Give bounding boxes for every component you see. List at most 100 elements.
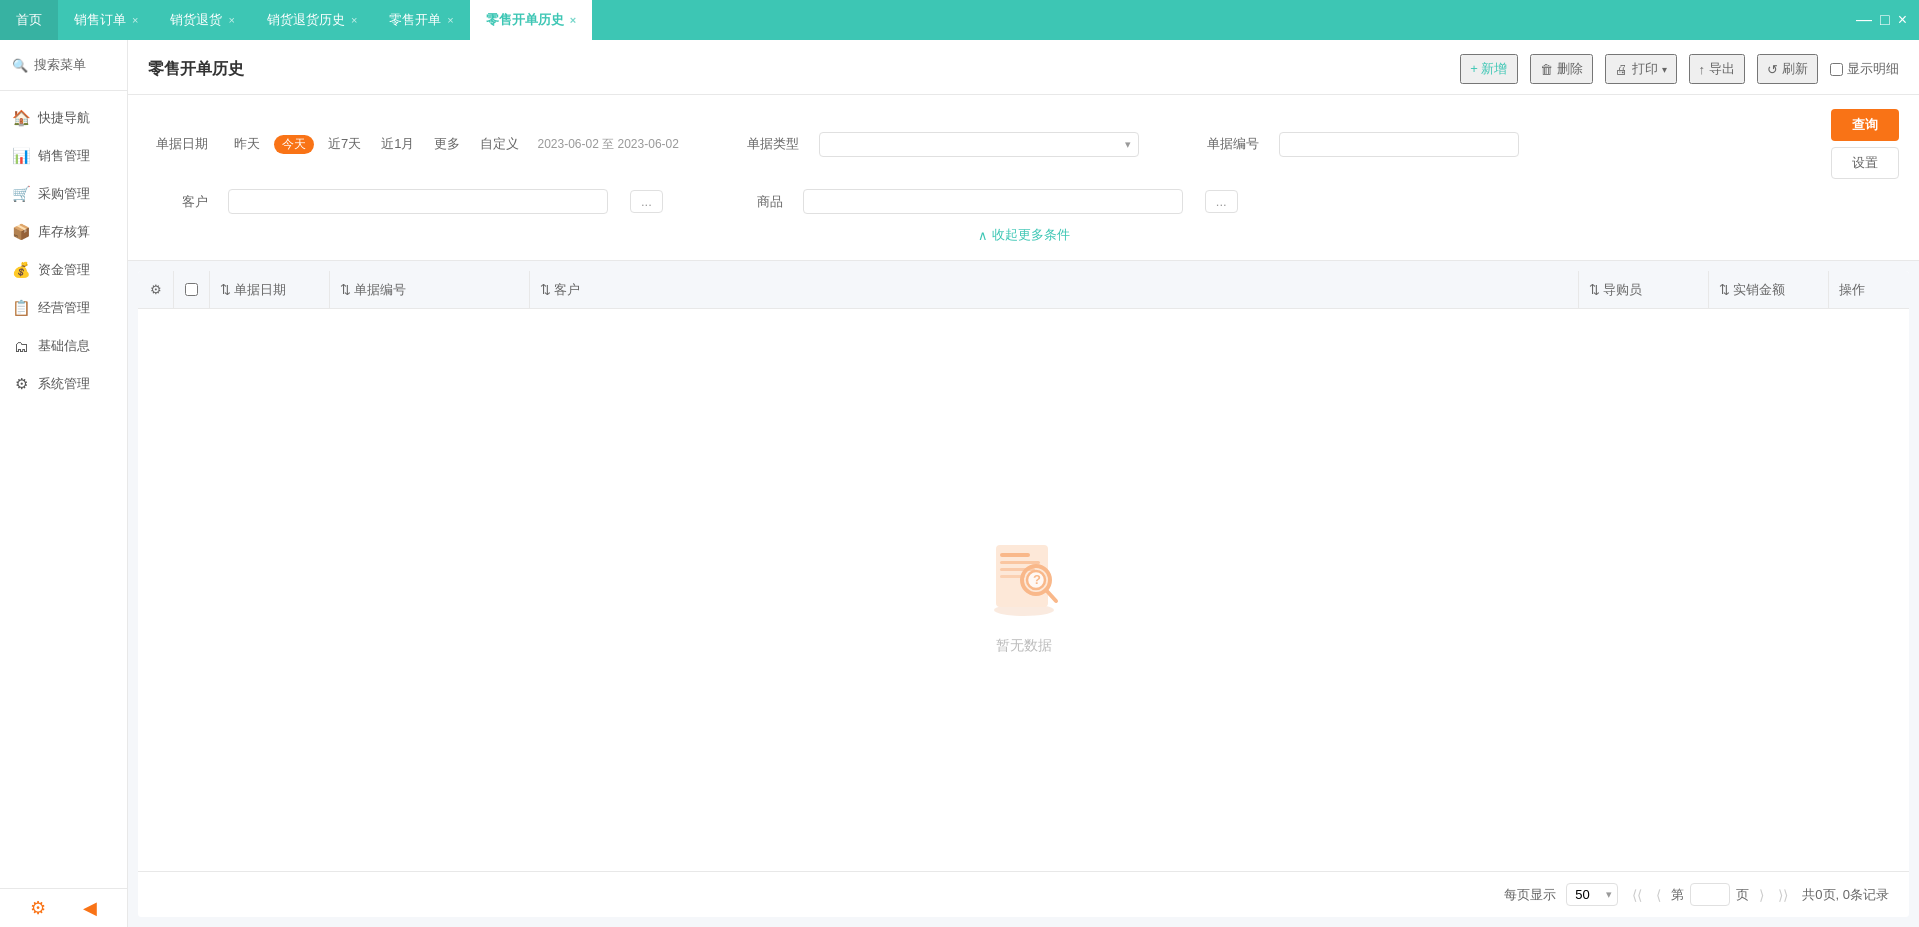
tab-sales-order-label: 销售订单 <box>74 11 126 29</box>
collapse-sidebar-icon[interactable]: ◀ <box>83 897 97 919</box>
svg-rect-3 <box>1000 561 1040 564</box>
print-arrow-icon: ▾ <box>1662 64 1667 75</box>
th-customer[interactable]: ⇅ 客户 <box>530 271 1579 308</box>
page-header: 零售开单历史 + 新增 🗑 🗑 删除 删除 🖨 打印 ▾ ↑ 导出 <box>128 40 1919 95</box>
show-details-checkbox[interactable] <box>1830 63 1843 76</box>
type-select[interactable] <box>819 132 1139 157</box>
sidebar-item-sales-mgmt[interactable]: 📊 销售管理 <box>0 137 127 175</box>
tab-sales-return[interactable]: 销货退货 × <box>154 0 250 40</box>
empty-text: 暂无数据 <box>996 637 1052 655</box>
th-action-label: 操作 <box>1839 281 1865 299</box>
tab-retail-open-close[interactable]: × <box>447 14 453 26</box>
table-area: ⚙ ⇅ 单据日期 ⇅ 单据编号 ⇅ 客户 ⇅ <box>138 271 1909 917</box>
filter-row-2: 客户 ... 商品 ... <box>148 189 1899 214</box>
th-guide[interactable]: ⇅ 导购员 <box>1579 271 1709 308</box>
svg-rect-2 <box>1000 553 1030 557</box>
customer-filter-input[interactable] <box>228 189 608 214</box>
settings-icon[interactable]: ⚙ <box>30 897 46 919</box>
sort-icon-num: ⇅ <box>340 282 351 297</box>
tab-home[interactable]: 首页 <box>0 0 58 40</box>
sidebar-item-purchase-mgmt[interactable]: 🛒 采购管理 <box>0 175 127 213</box>
sidebar-item-purchase-mgmt-label: 采购管理 <box>38 185 90 203</box>
sidebar-nav: 🏠 快捷导航 📊 销售管理 🛒 采购管理 📦 库存核算 💰 资金管理 📋 <box>0 91 127 888</box>
export-button[interactable]: ↑ 导出 <box>1689 54 1746 84</box>
tab-sales-return-history[interactable]: 销货退货历史 × <box>251 0 373 40</box>
sidebar-item-inventory[interactable]: 📦 库存核算 <box>0 213 127 251</box>
top-bar: 首页 销售订单 × 销货退货 × 销货退货历史 × 零售开单 × 零售开单历史 … <box>0 0 1919 40</box>
maximize-button[interactable]: □ <box>1880 11 1890 29</box>
tab-retail-open[interactable]: 零售开单 × <box>373 0 469 40</box>
collapse-label: 收起更多条件 <box>992 226 1070 244</box>
date-range-display: 2023-06-02 至 2023-06-02 <box>537 136 678 153</box>
operations-icon: 📋 <box>12 299 30 317</box>
last-page-button[interactable]: ⟩⟩ <box>1774 885 1792 905</box>
sidebar-item-quick-nav[interactable]: 🏠 快捷导航 <box>0 99 127 137</box>
delete-button[interactable]: 🗑 🗑 删除 删除 <box>1530 54 1593 84</box>
sidebar-item-inventory-label: 库存核算 <box>38 223 90 241</box>
filter-area: 单据日期 昨天 今天 近7天 近1月 更多 自定义 2023-06-02 至 2… <box>128 95 1919 261</box>
customer-filter-label: 客户 <box>148 193 208 211</box>
1month-shortcut[interactable]: 近1月 <box>375 133 420 155</box>
show-details-label: 显示明细 <box>1847 60 1899 78</box>
num-filter-input[interactable] <box>1279 132 1519 157</box>
goods-filter-input[interactable] <box>803 189 1183 214</box>
collapse-button[interactable]: ∧ 收起更多条件 <box>978 224 1070 246</box>
7days-shortcut[interactable]: 近7天 <box>322 133 367 155</box>
collapse-arrow-icon: ∧ <box>978 228 988 243</box>
sidebar-item-quick-nav-label: 快捷导航 <box>38 109 90 127</box>
th-amount[interactable]: ⇅ 实销金额 <box>1709 271 1829 308</box>
table-header: ⚙ ⇅ 单据日期 ⇅ 单据编号 ⇅ 客户 ⇅ <box>138 271 1909 309</box>
customer-ellipsis-button[interactable]: ... <box>630 190 663 213</box>
tab-home-label: 首页 <box>16 11 42 29</box>
sidebar-item-sys-mgmt[interactable]: ⚙ 系统管理 <box>0 365 127 403</box>
new-button[interactable]: + 新增 <box>1460 54 1517 84</box>
show-details-toggle[interactable]: 显示明细 <box>1830 60 1899 78</box>
yesterday-shortcut[interactable]: 昨天 <box>228 133 266 155</box>
close-button[interactable]: × <box>1898 11 1907 29</box>
sidebar-item-base-info[interactable]: 🗂 基础信息 <box>0 327 127 365</box>
tab-sales-return-history-close[interactable]: × <box>351 14 357 26</box>
custom-shortcut[interactable]: 自定义 <box>474 133 525 155</box>
sidebar-item-sales-mgmt-label: 销售管理 <box>38 147 90 165</box>
base-info-icon: 🗂 <box>12 338 30 355</box>
inventory-icon: 📦 <box>12 223 30 241</box>
refresh-button[interactable]: ↺ 刷新 <box>1757 54 1818 84</box>
setting-button[interactable]: 设置 <box>1831 147 1899 179</box>
tab-retail-open-history[interactable]: 零售开单历史 × <box>470 0 592 40</box>
sort-icon-amount: ⇅ <box>1719 282 1730 297</box>
page-nav: ⟨⟨ ⟨ 第 1 页 ⟩ ⟩⟩ <box>1628 883 1792 906</box>
query-button[interactable]: 查询 <box>1831 109 1899 141</box>
tab-retail-open-history-close[interactable]: × <box>570 14 576 26</box>
sidebar-item-operations[interactable]: 📋 经营管理 <box>0 289 127 327</box>
minimize-button[interactable]: — <box>1856 11 1872 29</box>
sort-icon-customer: ⇅ <box>540 282 551 297</box>
sidebar-item-finance[interactable]: 💰 资金管理 <box>0 251 127 289</box>
tab-sales-order[interactable]: 销售订单 × <box>58 0 154 40</box>
tab-sales-return-close[interactable]: × <box>228 14 234 26</box>
content-area: 零售开单历史 + 新增 🗑 🗑 删除 删除 🖨 打印 ▾ ↑ 导出 <box>128 40 1919 927</box>
th-settings[interactable]: ⚙ <box>138 271 174 308</box>
more-shortcut[interactable]: 更多 <box>428 133 466 155</box>
sidebar-bottom: ⚙ ◀ <box>0 888 127 927</box>
select-all-checkbox[interactable] <box>185 283 198 296</box>
first-page-button[interactable]: ⟨⟨ <box>1628 885 1646 905</box>
table-body: ? 暂无数据 <box>138 309 1909 871</box>
th-checkbox[interactable] <box>174 271 210 308</box>
next-page-button[interactable]: ⟩ <box>1755 885 1768 905</box>
page-size-select[interactable]: 50 100 200 <box>1566 883 1618 906</box>
th-date[interactable]: ⇅ 单据日期 <box>210 271 330 308</box>
tab-sales-order-close[interactable]: × <box>132 14 138 26</box>
purchase-mgmt-icon: 🛒 <box>12 185 30 203</box>
today-shortcut[interactable]: 今天 <box>274 135 314 154</box>
type-filter-label: 单据类型 <box>739 135 799 153</box>
goods-ellipsis-button[interactable]: ... <box>1205 190 1238 213</box>
th-num[interactable]: ⇅ 单据编号 <box>330 271 530 308</box>
prev-page-button[interactable]: ⟨ <box>1652 885 1665 905</box>
page-number-input[interactable]: 1 <box>1690 883 1730 906</box>
print-button[interactable]: 🖨 打印 ▾ <box>1605 54 1677 84</box>
sidebar-search-label: 搜索菜单 <box>34 56 86 74</box>
tab-sales-return-label: 销货退货 <box>170 11 222 29</box>
gear-icon: ⚙ <box>150 282 162 297</box>
page-size-wrapper: 50 100 200 ▾ <box>1566 883 1618 906</box>
sidebar-search[interactable]: 🔍 搜索菜单 <box>0 50 127 80</box>
